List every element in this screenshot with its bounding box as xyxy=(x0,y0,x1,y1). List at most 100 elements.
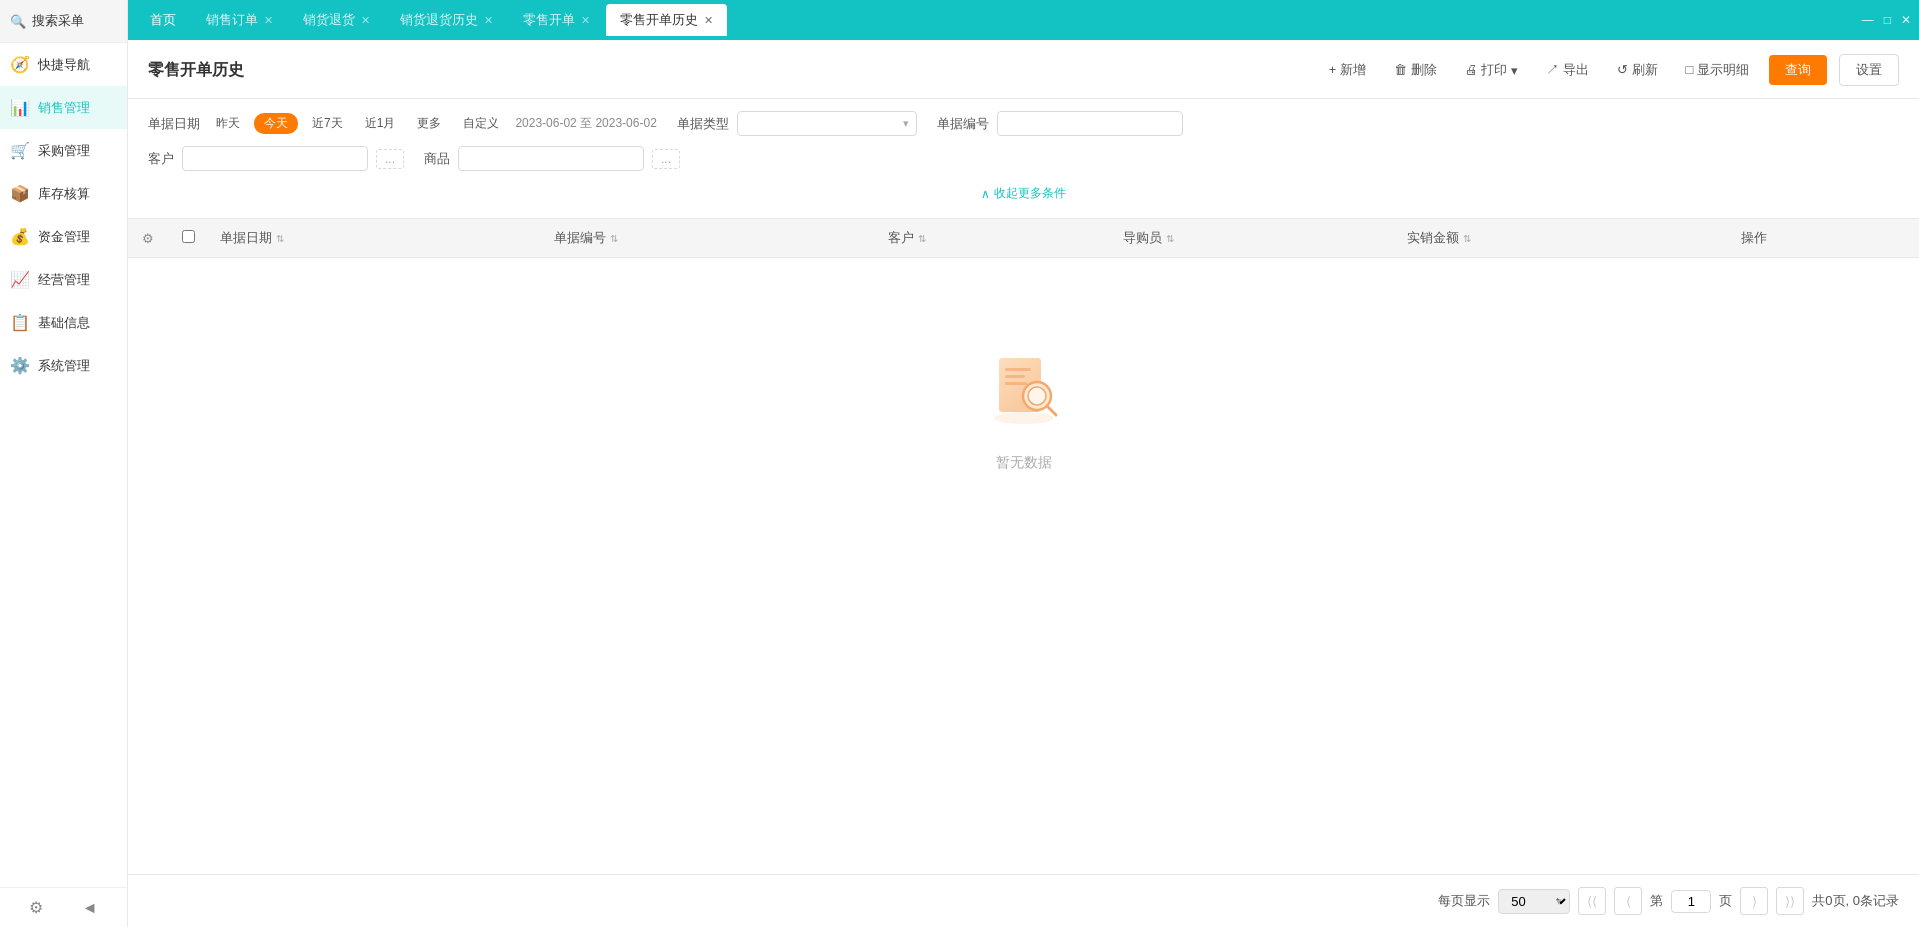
svg-line-8 xyxy=(1047,406,1056,415)
customer-filter-label: 客户 xyxy=(148,150,174,168)
per-page-label: 每页显示 xyxy=(1438,892,1490,910)
close-button[interactable]: ✕ xyxy=(1901,13,1911,27)
type-filter-select[interactable] xyxy=(737,111,917,136)
prev-page-button[interactable]: ⟨ xyxy=(1614,887,1642,915)
display-detail-button[interactable]: □ 显示明细 xyxy=(1678,57,1757,83)
tab-sales-return[interactable]: 销货退货✕ xyxy=(289,4,384,36)
minimize-button[interactable]: — xyxy=(1862,13,1874,27)
sidebar-search[interactable]: 🔍 搜索采单 xyxy=(0,0,127,43)
table-checkbox-all[interactable] xyxy=(168,219,208,258)
filter-area: 单据日期 昨天今天近7天近1月更多自定义 2023-06-02 至 2023-0… xyxy=(128,99,1919,219)
type-filter-item: 单据类型 ▾ xyxy=(677,111,917,136)
tab-sales-return-history[interactable]: 销货退货历史 ✕ xyxy=(386,4,507,36)
sidebar-label-sales: 销售管理 xyxy=(38,99,90,117)
th-label-date: 单据日期 xyxy=(220,229,272,247)
sort-icon-salesperson: ⇅ xyxy=(1166,233,1174,244)
goods-filter-input[interactable] xyxy=(458,146,644,171)
date-btn-自定义[interactable]: 自定义 xyxy=(455,113,507,134)
collapse-sidebar-icon[interactable]: ◄ xyxy=(82,899,98,917)
tab-close-retail-open[interactable]: ✕ xyxy=(581,14,590,27)
sort-icon-number: ⇅ xyxy=(610,233,618,244)
sidebar-item-inventory[interactable]: 📦库存核算 xyxy=(0,172,127,215)
number-filter-label: 单据编号 xyxy=(937,115,989,133)
delete-button[interactable]: 🗑 删除 xyxy=(1386,57,1445,83)
export-button[interactable]: ↗ 导出 xyxy=(1538,57,1597,83)
sidebar-icon-quick-nav: 🧭 xyxy=(10,55,30,74)
th-label-amount: 实销金额 xyxy=(1407,229,1459,247)
page-input[interactable] xyxy=(1671,890,1711,913)
tab-label-sales-return-history: 销货退货历史 xyxy=(400,11,478,29)
date-btn-近7天[interactable]: 近7天 xyxy=(304,113,351,134)
settings-footer-icon[interactable]: ⚙ xyxy=(29,898,43,917)
svg-point-7 xyxy=(1028,387,1046,405)
date-btn-近1月[interactable]: 近1月 xyxy=(357,113,404,134)
date-btn-更多[interactable]: 更多 xyxy=(409,113,449,134)
table-container: ⚙ 单据日期⇅单据编号⇅客户⇅导购员⇅实销金额⇅操作 xyxy=(128,219,1919,874)
th-amount[interactable]: 实销金额⇅ xyxy=(1395,219,1729,258)
maximize-button[interactable]: □ xyxy=(1884,13,1891,27)
sort-icon-date: ⇅ xyxy=(276,233,284,244)
add-button[interactable]: + 新增 xyxy=(1321,57,1374,83)
select-all-checkbox[interactable] xyxy=(182,230,195,243)
th-date[interactable]: 单据日期 ⇅ xyxy=(208,219,542,258)
collapse-filter-button[interactable]: ∧ 收起更多条件 xyxy=(148,181,1899,206)
settings-button[interactable]: 设置 xyxy=(1839,54,1899,86)
sidebar-item-sales[interactable]: 📊销售管理 xyxy=(0,86,127,129)
sidebar-item-finance[interactable]: 💰 资金管理 xyxy=(0,215,127,258)
toolbar: + 新增 🗑 删除 🖨 打印 ▾ ↗ 导出 ↺ 刷新 □ 显示明细 查询 设置 xyxy=(1321,54,1899,86)
sidebar-item-basic[interactable]: 📋基础信息 xyxy=(0,301,127,344)
goods-more-button[interactable]: ... xyxy=(652,149,680,169)
print-label: 🖨 打印 xyxy=(1465,61,1508,79)
refresh-button[interactable]: ↺ 刷新 xyxy=(1609,57,1666,83)
tab-label-retail-open: 零售开单 xyxy=(523,11,575,29)
table-settings-icon[interactable]: ⚙ xyxy=(128,219,168,258)
next-page-button[interactable]: ⟩ xyxy=(1740,887,1768,915)
total-info: 共0页, 0条记录 xyxy=(1812,892,1899,910)
th-customer[interactable]: 客户⇅ xyxy=(876,219,1111,258)
empty-state: 暂无数据 xyxy=(128,258,1919,552)
date-btn-昨天[interactable]: 昨天 xyxy=(208,113,248,134)
goods-filter-label: 商品 xyxy=(424,150,450,168)
sidebar-item-quick-nav[interactable]: 🧭快捷导航 xyxy=(0,43,127,86)
tab-close-sales-return[interactable]: ✕ xyxy=(361,14,370,27)
tab-retail-history[interactable]: 零售开单历史 ✕ xyxy=(606,4,727,36)
th-number[interactable]: 单据编号⇅ xyxy=(542,219,876,258)
tab-label-retail-history: 零售开单历史 xyxy=(620,11,698,29)
sidebar-label-basic: 基础信息 xyxy=(38,314,90,332)
tab-close-retail-history[interactable]: ✕ xyxy=(704,14,713,27)
customer-more-button[interactable]: ... xyxy=(376,149,404,169)
window-controls: — □ ✕ xyxy=(1862,13,1911,27)
th-salesperson[interactable]: 导购员⇅ xyxy=(1111,219,1396,258)
main-area: 首页销售订单✕销货退货✕ 销货退货历史 ✕ 零售开单 ✕ 零售开单历史 ✕ — □ ✕ 零售… xyxy=(128,0,1919,927)
date-btn-今天[interactable]: 今天 xyxy=(254,113,298,134)
sidebar-item-system[interactable]: ⚙️系统管理 xyxy=(0,344,127,387)
svg-point-0 xyxy=(994,412,1054,424)
number-filter-input[interactable] xyxy=(997,111,1183,136)
tab-sales-order[interactable]: 销售订单✕ xyxy=(192,4,287,36)
query-button[interactable]: 查询 xyxy=(1769,55,1827,85)
number-filter-item: 单据编号 xyxy=(937,111,1183,136)
pagination: 每页显示 50 10 20 100 ▾ ⟨⟨ ⟨ 第 页 ⟩ ⟩⟩ 共0页, 0… xyxy=(128,874,1919,927)
empty-text: 暂无数据 xyxy=(996,454,1052,472)
per-page-select[interactable]: 50 10 20 100 xyxy=(1498,889,1570,914)
goods-filter-item: 商品 ... xyxy=(424,146,680,171)
sidebar-label-inventory: 库存核算 xyxy=(38,185,90,203)
tab-retail-open[interactable]: 零售开单 ✕ xyxy=(509,4,604,36)
customer-filter-input[interactable] xyxy=(182,146,368,171)
tab-close-sales-order[interactable]: ✕ xyxy=(264,14,273,27)
sidebar-label-operations: 经营管理 xyxy=(38,271,90,289)
sidebar-footer: ⚙ ◄ xyxy=(0,887,127,927)
print-button[interactable]: 🖨 打印 ▾ xyxy=(1457,57,1527,83)
first-page-button[interactable]: ⟨⟨ xyxy=(1578,887,1606,915)
sidebar-item-operations[interactable]: 📈经营管理 xyxy=(0,258,127,301)
sidebar-icon-finance: 💰 xyxy=(10,227,30,246)
page-title: 零售开单历史 xyxy=(148,60,244,81)
sidebar-item-purchase[interactable]: 🛒采购管理 xyxy=(0,129,127,172)
svg-rect-4 xyxy=(1005,375,1025,378)
type-filter-label: 单据类型 xyxy=(677,115,729,133)
sidebar-label-finance: 资金管理 xyxy=(38,228,90,246)
tab-close-sales-return-history[interactable]: ✕ xyxy=(484,14,493,27)
date-range-display: 2023-06-02 至 2023-06-02 xyxy=(515,115,656,132)
last-page-button[interactable]: ⟩⟩ xyxy=(1776,887,1804,915)
tab-home[interactable]: 首页 xyxy=(136,4,190,36)
